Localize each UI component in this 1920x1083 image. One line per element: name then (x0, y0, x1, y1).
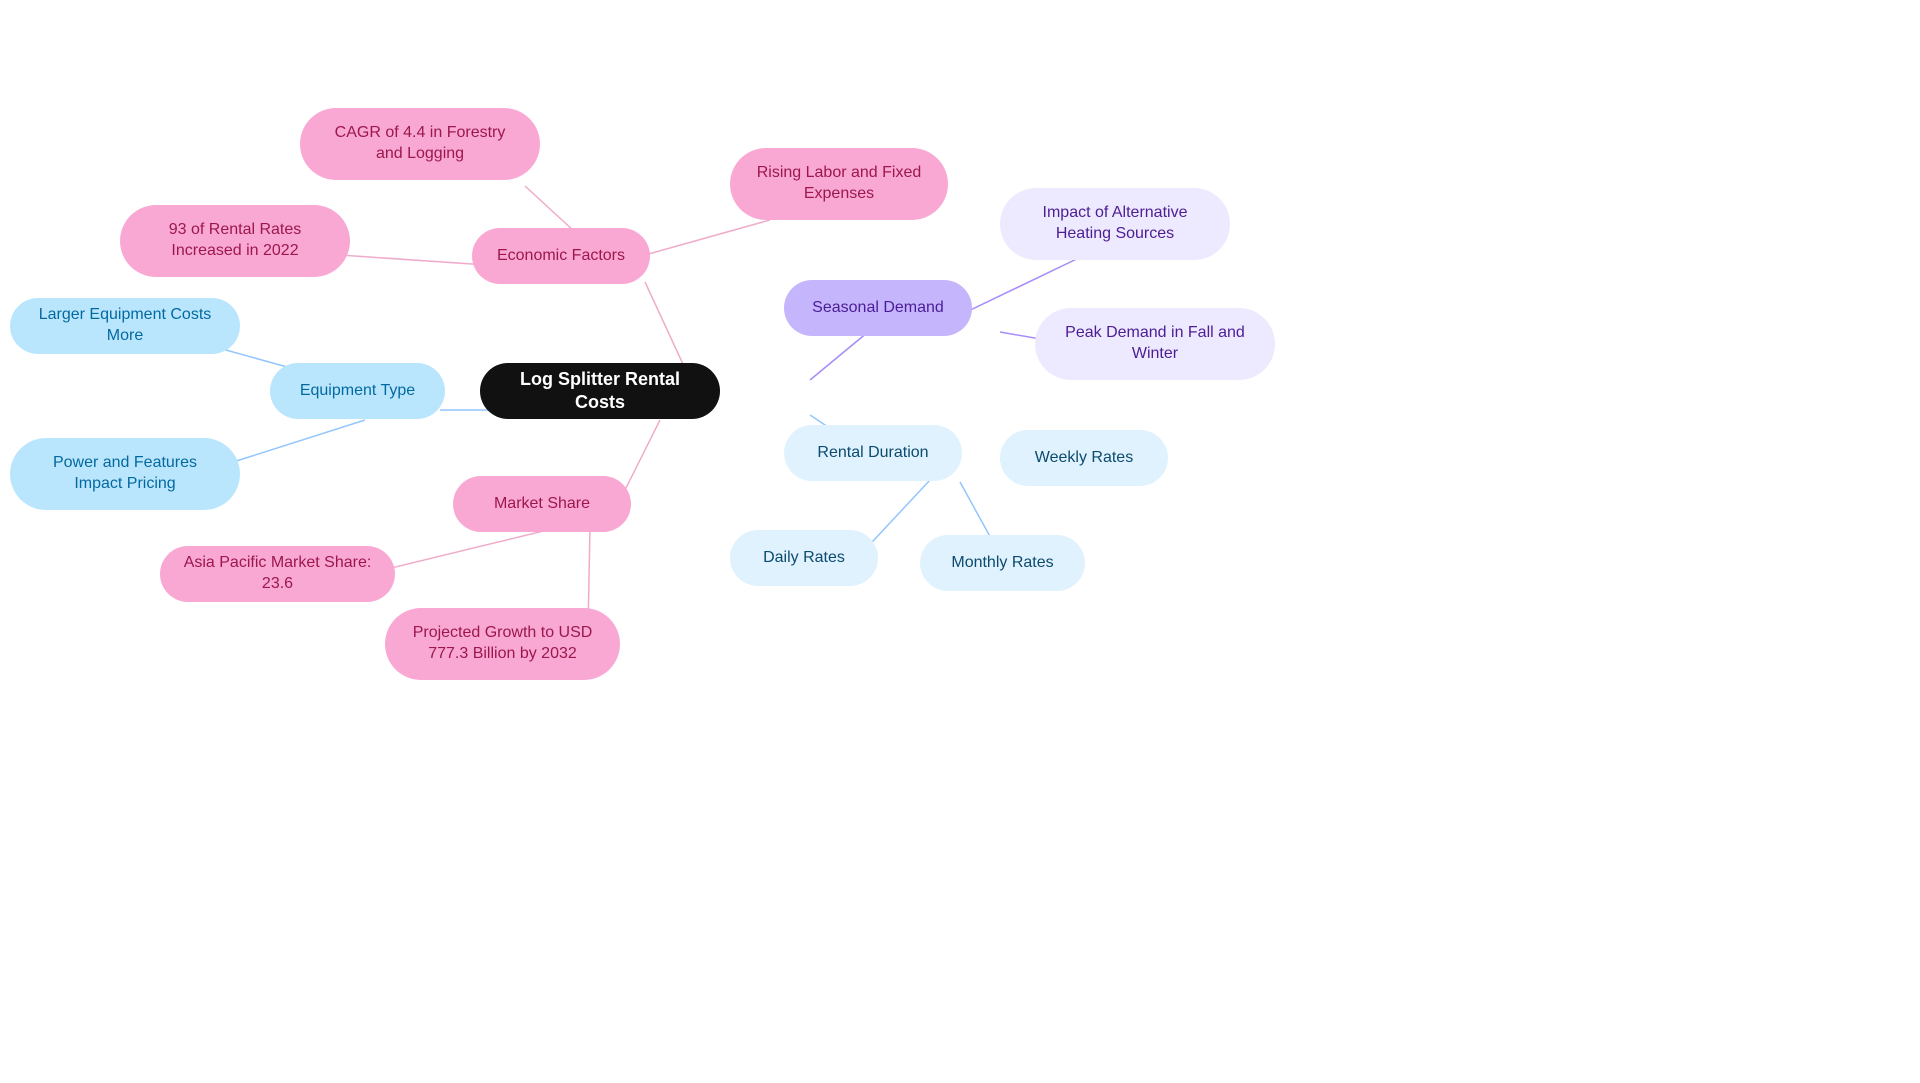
rental-rates-node[interactable]: 93 of Rental Rates Increased in 2022 (120, 205, 350, 277)
daily-rates-node[interactable]: Daily Rates (730, 530, 878, 586)
power-features-node[interactable]: Power and Features Impact Pricing (10, 438, 240, 510)
larger-equipment-node[interactable]: Larger Equipment Costs More (10, 298, 240, 354)
cagr-node[interactable]: CAGR of 4.4 in Forestry and Logging (300, 108, 540, 180)
rental-duration-node[interactable]: Rental Duration (784, 425, 962, 481)
seasonal-demand-node[interactable]: Seasonal Demand (784, 280, 972, 336)
market-share-node[interactable]: Market Share (453, 476, 631, 532)
economic-factors-node[interactable]: Economic Factors (472, 228, 650, 284)
impact-heating-node[interactable]: Impact of Alternative Heating Sources (1000, 188, 1230, 260)
monthly-rates-node[interactable]: Monthly Rates (920, 535, 1085, 591)
center-node[interactable]: Log Splitter Rental Costs (480, 363, 720, 419)
asia-pacific-node[interactable]: Asia Pacific Market Share: 23.6 (160, 546, 395, 602)
equipment-type-node[interactable]: Equipment Type (270, 363, 445, 419)
peak-demand-node[interactable]: Peak Demand in Fall and Winter (1035, 308, 1275, 380)
weekly-rates-node[interactable]: Weekly Rates (1000, 430, 1168, 486)
rising-labor-node[interactable]: Rising Labor and Fixed Expenses (730, 148, 948, 220)
projected-growth-node[interactable]: Projected Growth to USD 777.3 Billion by… (385, 608, 620, 680)
